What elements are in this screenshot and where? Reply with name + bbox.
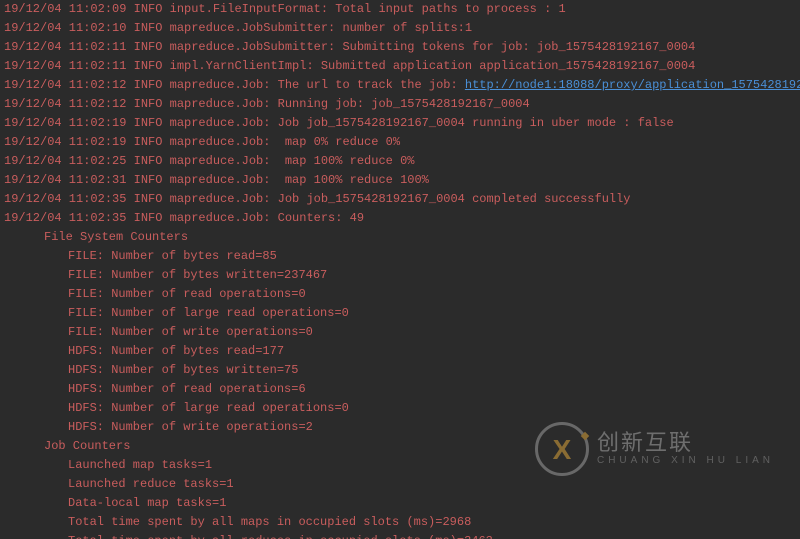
log-line: 19/12/04 11:02:31 INFO mapreduce.Job: ma… bbox=[4, 171, 796, 190]
log-line: 19/12/04 11:02:19 INFO mapreduce.Job: Jo… bbox=[4, 114, 796, 133]
counter-item: HDFS: Number of write operations=2 bbox=[4, 418, 796, 437]
log-line: 19/12/04 11:02:11 INFO mapreduce.JobSubm… bbox=[4, 38, 796, 57]
log-output: 19/12/04 11:02:09 INFO input.FileInputFo… bbox=[0, 0, 800, 539]
tracking-url-link[interactable]: http://node1:18088/proxy/application_157… bbox=[465, 78, 800, 92]
counter-item: Total time spent by all reduces in occup… bbox=[4, 532, 796, 539]
log-line: 19/12/04 11:02:10 INFO mapreduce.JobSubm… bbox=[4, 19, 796, 38]
log-line: 19/12/04 11:02:09 INFO input.FileInputFo… bbox=[4, 0, 796, 19]
counter-group: Job Counters bbox=[4, 437, 796, 456]
log-line: 19/12/04 11:02:35 INFO mapreduce.Job: Jo… bbox=[4, 190, 796, 209]
counter-item: FILE: Number of bytes read=85 bbox=[4, 247, 796, 266]
log-line: 19/12/04 11:02:12 INFO mapreduce.Job: Th… bbox=[4, 76, 796, 95]
counter-item: FILE: Number of write operations=0 bbox=[4, 323, 796, 342]
counter-group: File System Counters bbox=[4, 228, 796, 247]
counter-item: FILE: Number of read operations=0 bbox=[4, 285, 796, 304]
counter-item: HDFS: Number of read operations=6 bbox=[4, 380, 796, 399]
counter-item: Total time spent by all maps in occupied… bbox=[4, 513, 796, 532]
counter-item: HDFS: Number of large read operations=0 bbox=[4, 399, 796, 418]
log-line: 19/12/04 11:02:12 INFO mapreduce.Job: Ru… bbox=[4, 95, 796, 114]
counter-item: Launched reduce tasks=1 bbox=[4, 475, 796, 494]
counter-item: Data-local map tasks=1 bbox=[4, 494, 796, 513]
counter-item: HDFS: Number of bytes read=177 bbox=[4, 342, 796, 361]
log-line: 19/12/04 11:02:19 INFO mapreduce.Job: ma… bbox=[4, 133, 796, 152]
counter-item: HDFS: Number of bytes written=75 bbox=[4, 361, 796, 380]
log-line: 19/12/04 11:02:35 INFO mapreduce.Job: Co… bbox=[4, 209, 796, 228]
log-line: 19/12/04 11:02:25 INFO mapreduce.Job: ma… bbox=[4, 152, 796, 171]
log-line: 19/12/04 11:02:11 INFO impl.YarnClientIm… bbox=[4, 57, 796, 76]
counter-item: FILE: Number of bytes written=237467 bbox=[4, 266, 796, 285]
counter-item: FILE: Number of large read operations=0 bbox=[4, 304, 796, 323]
counter-item: Launched map tasks=1 bbox=[4, 456, 796, 475]
